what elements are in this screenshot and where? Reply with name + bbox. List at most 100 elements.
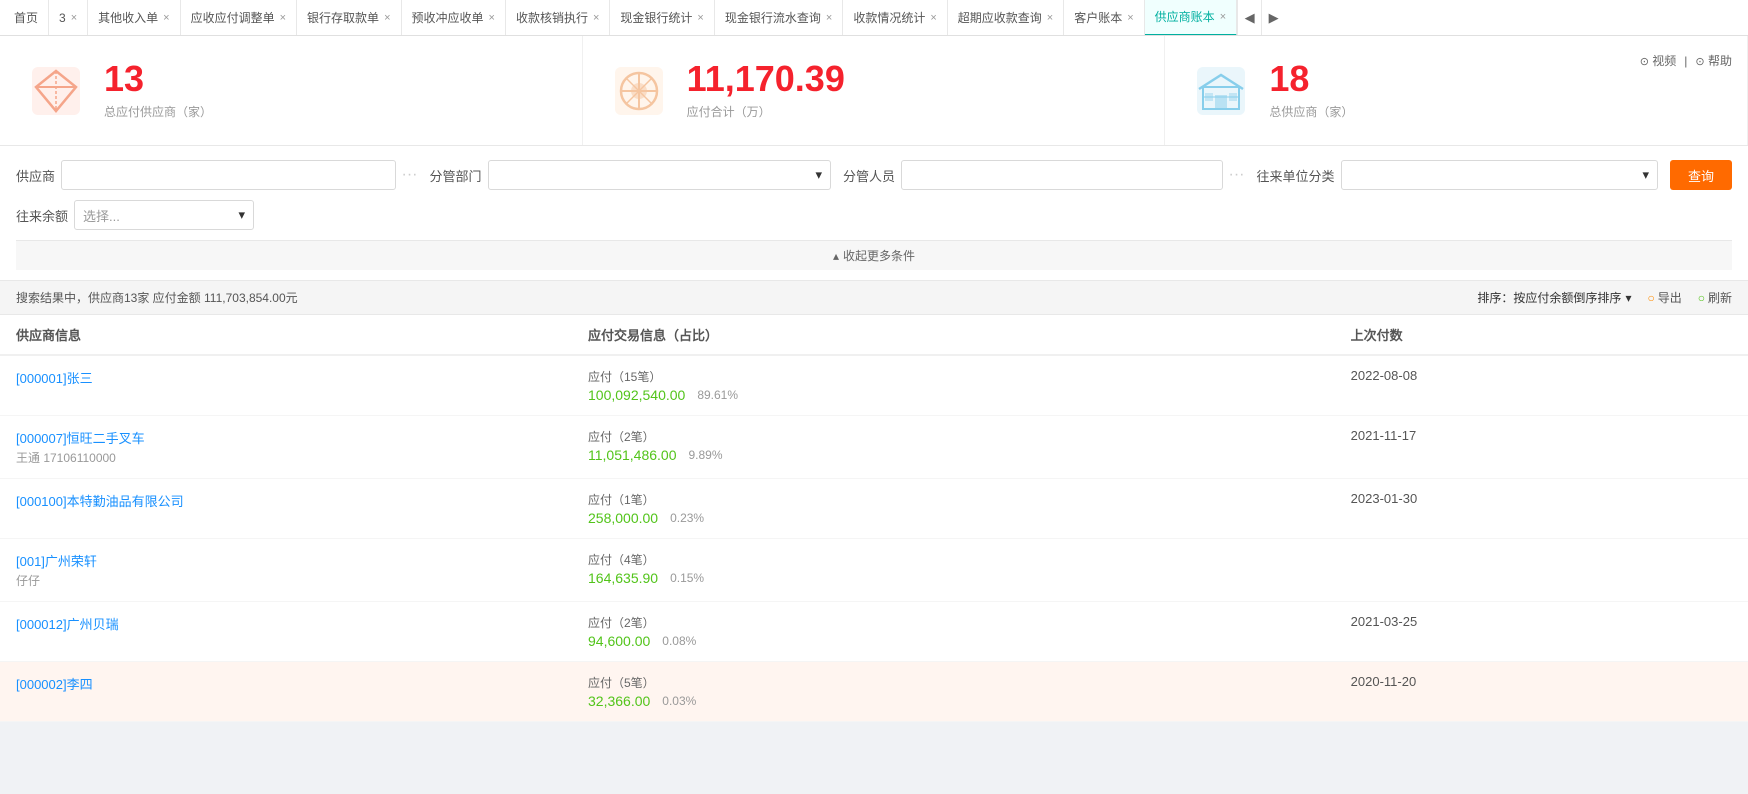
nav-arrow-right[interactable]: ▶ xyxy=(1261,0,1285,36)
supplier-col: [000001]张三 xyxy=(16,368,588,387)
table-row: [000012]广州贝瑞 应付（2笔） 94,600.00 0.08% 2021… xyxy=(0,602,1748,662)
nav-tab-cash-bank-flow[interactable]: 现金银行流水查询 × xyxy=(715,0,843,36)
supplier-col: [001]广州荣轩 仔仔 xyxy=(16,551,588,589)
last-pay-date: 2022-08-08 xyxy=(1351,368,1418,383)
nav-tab-cash-bank-stat[interactable]: 现金银行统计 × xyxy=(610,0,714,36)
trans-percent: 0.08% xyxy=(662,634,696,648)
close-icon[interactable]: × xyxy=(163,12,169,24)
person-input[interactable] xyxy=(901,160,1223,190)
help-link[interactable]: ⊙ 帮助 xyxy=(1695,52,1732,69)
transaction-col: 应付（15笔） 100,092,540.00 89.61% xyxy=(588,368,1351,403)
trans-amount[interactable]: 100,092,540.00 xyxy=(588,387,685,403)
trans-info: 应付（2笔） 11,051,486.00 9.89% xyxy=(588,428,1351,463)
trans-amount[interactable]: 32,366.00 xyxy=(588,693,650,709)
nav-tab-supplier-ledger[interactable]: 供应商账本 × xyxy=(1145,0,1237,36)
supplier-link[interactable]: [000007]恒旺二手叉车 xyxy=(16,431,145,446)
last-pay-col: 2021-11-17 xyxy=(1351,428,1732,443)
search-item-dept: 分管部门 ▾ xyxy=(430,160,832,190)
close-icon[interactable]: × xyxy=(826,12,832,24)
balance-label: 往来余额 xyxy=(16,206,68,225)
trans-row: 100,092,540.00 89.61% xyxy=(588,387,1351,403)
divider: | xyxy=(1684,54,1687,68)
store-icon xyxy=(1189,59,1253,123)
trans-amount[interactable]: 164,635.90 xyxy=(588,570,658,586)
person-label: 分管人员 xyxy=(843,166,895,185)
trans-row: 164,635.90 0.15% xyxy=(588,570,1351,586)
supplier-link[interactable]: [000002]李四 xyxy=(16,677,93,692)
transaction-col: 应付（2笔） 94,600.00 0.08% xyxy=(588,614,1351,649)
nav-tab-collection[interactable]: 收款核销执行 × xyxy=(506,0,610,36)
supplier-dots-icon[interactable]: ··· xyxy=(402,166,418,184)
nav-tab-ar-ap-adjust[interactable]: 应收应付调整单 × xyxy=(181,0,297,36)
video-link[interactable]: ⊙ 视频 xyxy=(1640,52,1677,69)
supplier-sub: 仔仔 xyxy=(16,572,588,589)
refresh-button[interactable]: ○ 刷新 xyxy=(1698,289,1732,306)
trans-label: 应付（1笔） xyxy=(588,491,1351,508)
dept-select[interactable]: ▾ xyxy=(488,160,831,190)
result-actions: 排序：按应付余额倒序排序 ▾ ○ 导出 ○ 刷新 xyxy=(1477,289,1732,306)
close-icon[interactable]: × xyxy=(1127,12,1133,24)
chevron-down-icon: ▾ xyxy=(1642,167,1649,183)
nav-tab-customer-ledger[interactable]: 客户账本 × xyxy=(1064,0,1144,36)
transaction-col: 应付（4笔） 164,635.90 0.15% xyxy=(588,551,1351,586)
nav-tab-prepay[interactable]: 预收冲应收单 × xyxy=(402,0,506,36)
balance-select-text: 选择... xyxy=(83,206,120,225)
trans-label: 应付（2笔） xyxy=(588,614,1351,631)
close-icon[interactable]: × xyxy=(384,12,390,24)
close-icon[interactable]: × xyxy=(71,12,77,24)
transaction-col: 应付（2笔） 11,051,486.00 9.89% xyxy=(588,428,1351,463)
nav-tab-3[interactable]: 3 × xyxy=(49,0,88,36)
trans-amount[interactable]: 11,051,486.00 xyxy=(588,447,677,463)
collapse-bar: ▴ 收起更多条件 xyxy=(16,240,1732,270)
trans-row: 258,000.00 0.23% xyxy=(588,510,1351,526)
search-item-category: 往来单位分类 ▾ xyxy=(1257,160,1659,190)
chevron-down-icon: ▾ xyxy=(815,167,822,183)
trans-amount[interactable]: 94,600.00 xyxy=(588,633,650,649)
close-icon[interactable]: × xyxy=(930,12,936,24)
dept-label: 分管部门 xyxy=(430,166,482,185)
header-last-pay: 上次付数 xyxy=(1351,325,1732,344)
search-row-2: 往来余额 选择... ▾ xyxy=(16,200,1732,230)
trans-row: 11,051,486.00 9.89% xyxy=(588,447,1351,463)
balance-select[interactable]: 选择... ▾ xyxy=(74,200,254,230)
trans-percent: 0.23% xyxy=(670,511,704,525)
trans-percent: 9.89% xyxy=(689,448,723,462)
stat-label-payable-suppliers: 总应付供应商（家） xyxy=(104,103,212,120)
supplier-link[interactable]: [001]广州荣轩 xyxy=(16,554,97,569)
supplier-input[interactable] xyxy=(61,160,396,190)
result-summary: 搜索结果中，供应商13家 应付金额 111,703,854.00元 xyxy=(16,289,298,306)
nav-arrow-left[interactable]: ◀ xyxy=(1237,0,1261,36)
export-button[interactable]: ○ 导出 xyxy=(1647,289,1681,306)
close-icon[interactable]: × xyxy=(489,12,495,24)
nav-tab-home[interactable]: 首页 xyxy=(4,0,49,36)
trans-amount[interactable]: 258,000.00 xyxy=(588,510,658,526)
nav-tab-bank-deposit[interactable]: 银行存取款单 × xyxy=(297,0,401,36)
person-dots-icon[interactable]: ··· xyxy=(1229,166,1245,184)
stat-label-payable-total: 应付合计（万） xyxy=(687,103,845,120)
close-icon[interactable]: × xyxy=(280,12,286,24)
nav-tab-collection-stat[interactable]: 收款情况统计 × xyxy=(843,0,947,36)
close-icon[interactable]: × xyxy=(697,12,703,24)
trans-info: 应付（5笔） 32,366.00 0.03% xyxy=(588,674,1351,709)
category-select[interactable]: ▾ xyxy=(1341,160,1658,190)
supplier-link[interactable]: [000012]广州贝瑞 xyxy=(16,617,119,632)
close-icon[interactable]: × xyxy=(1220,11,1226,23)
table-header: 供应商信息 应付交易信息（占比） 上次付数 xyxy=(0,315,1748,356)
chevron-up-icon: ▴ xyxy=(833,249,839,263)
header-transaction: 应付交易信息（占比） xyxy=(588,325,1351,344)
nav-tab-overdue-ar[interactable]: 超期应收款查询 × xyxy=(948,0,1064,36)
close-icon[interactable]: × xyxy=(593,12,599,24)
diamond-icon xyxy=(24,59,88,123)
search-item-balance: 往来余额 选择... ▾ xyxy=(16,200,1732,230)
close-icon[interactable]: × xyxy=(1047,12,1053,24)
nav-tab-other-income[interactable]: 其他收入单 × xyxy=(88,0,180,36)
refresh-icon: ○ xyxy=(1698,291,1705,305)
trans-info: 应付（1笔） 258,000.00 0.23% xyxy=(588,491,1351,526)
query-button[interactable]: 查询 xyxy=(1670,160,1732,190)
search-item-supplier: 供应商 ··· xyxy=(16,160,418,190)
sort-select[interactable]: 排序：按应付余额倒序排序 ▾ xyxy=(1477,289,1631,306)
supplier-link[interactable]: [000001]张三 xyxy=(16,371,93,386)
collapse-button[interactable]: ▴ 收起更多条件 xyxy=(833,247,915,264)
chevron-down-icon: ▾ xyxy=(1625,291,1631,305)
supplier-link[interactable]: [000100]本特勤油品有限公司 xyxy=(16,494,184,509)
